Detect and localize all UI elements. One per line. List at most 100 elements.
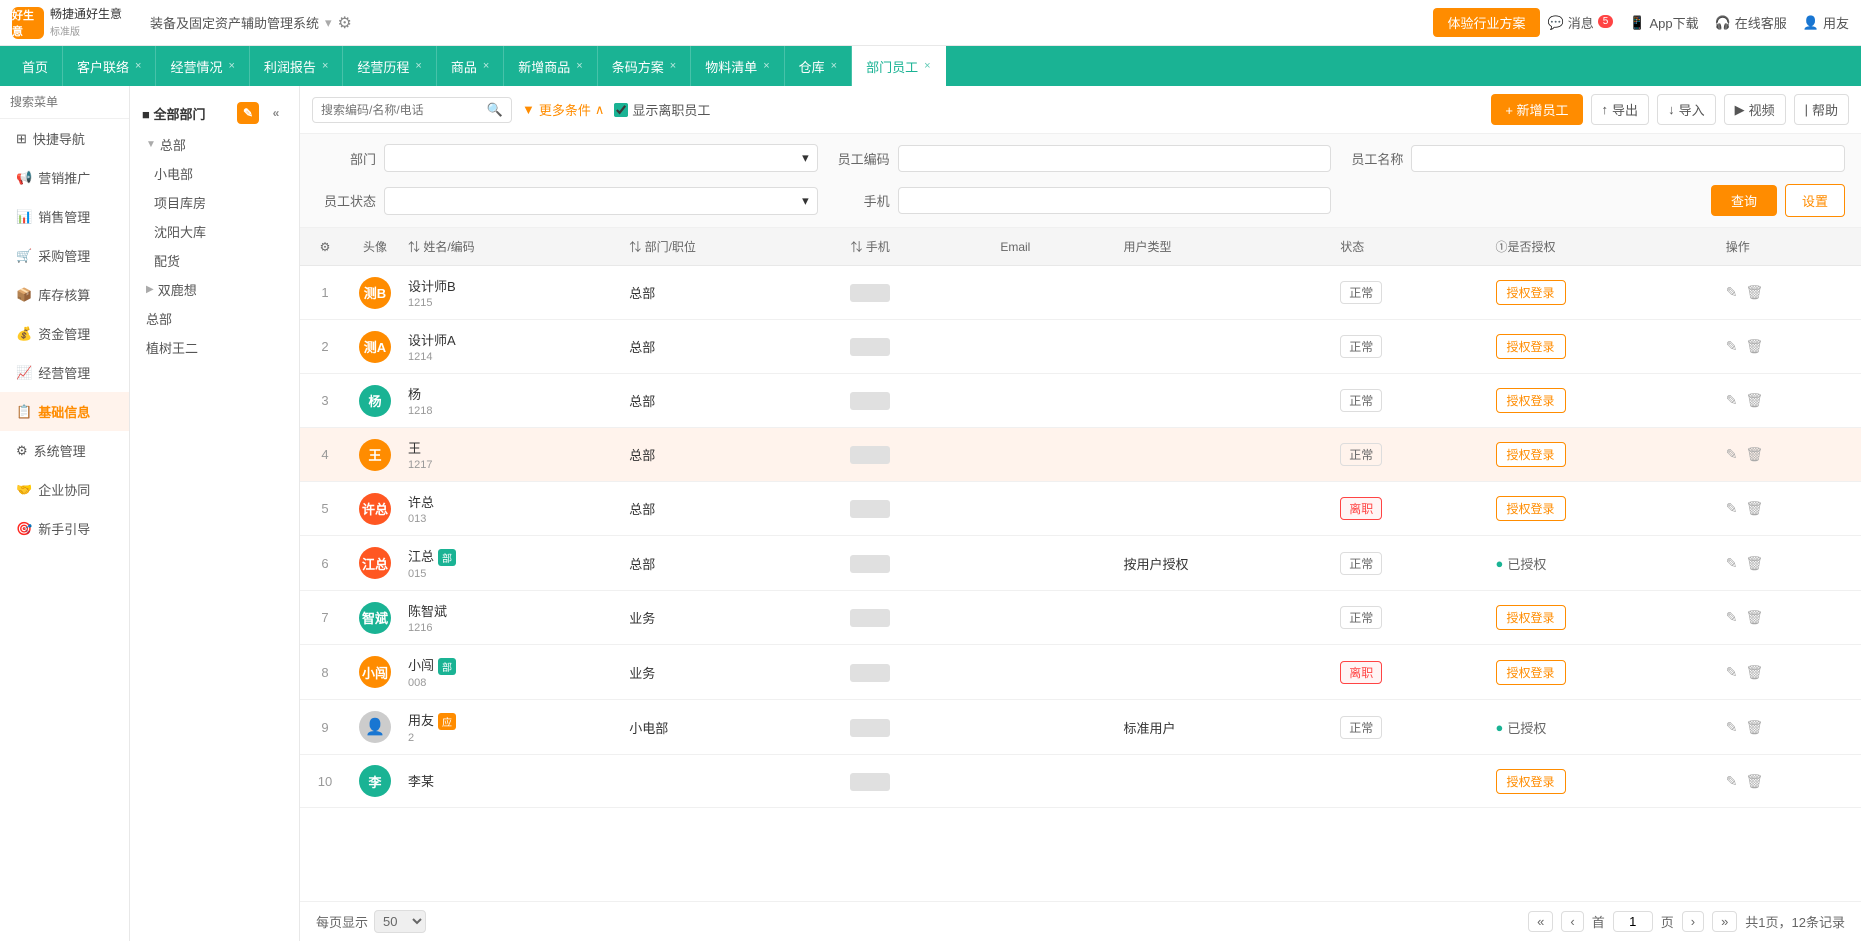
delete-icon[interactable]: 🗑 (1745, 500, 1763, 517)
auth-login-btn[interactable]: 授权登录 (1496, 280, 1566, 305)
sidebar-item-operations[interactable]: 📈 经营管理 (0, 353, 129, 392)
edit-icon[interactable]: ✎ (1726, 609, 1738, 626)
tab-employee[interactable]: 部门员工× (852, 46, 945, 86)
col-settings[interactable]: ⚙ (300, 228, 350, 266)
edit-icon[interactable]: ✎ (1726, 555, 1738, 572)
col-name[interactable]: ⇅ 姓名/编码 (400, 228, 621, 266)
dept-tree-xiaodian[interactable]: 小电部 (130, 159, 299, 188)
first-page-btn[interactable]: « (1528, 911, 1553, 932)
edit-icon[interactable]: ✎ (1726, 446, 1738, 463)
show-left-employees[interactable]: 显示离职员工 (614, 100, 710, 119)
delete-icon[interactable]: 🗑 (1745, 555, 1763, 572)
close-tab-goods[interactable]: × (483, 60, 489, 72)
sidebar-item-marketing[interactable]: 📢 营销推广 (0, 158, 129, 197)
sidebar-item-inventory[interactable]: 📦 库存核算 (0, 275, 129, 314)
sidebar-item-guide[interactable]: 🎯 新手引导 (0, 509, 129, 548)
set-btn[interactable]: 设置 (1785, 184, 1845, 217)
tab-newgoods[interactable]: 新增商品× (504, 46, 597, 86)
auth-login-btn[interactable]: 授权登录 (1496, 334, 1566, 359)
dept-collapse-icon[interactable]: « (265, 102, 287, 124)
search-input[interactable] (321, 103, 481, 117)
edit-icon[interactable]: ✎ (1726, 773, 1738, 790)
delete-icon[interactable]: 🗑 (1745, 664, 1763, 681)
show-left-checkbox[interactable] (614, 103, 628, 117)
more-conditions-btn[interactable]: ▼ 更多条件 ∧ (522, 100, 604, 119)
close-tab-employee[interactable]: × (924, 60, 930, 72)
close-tab-profit[interactable]: × (322, 60, 328, 72)
dept-tree-peihuo[interactable]: 配货 (130, 246, 299, 275)
tab-bom[interactable]: 物料清单× (691, 46, 784, 86)
dept-filter-select[interactable]: ▾ (384, 144, 818, 172)
online-service-btn[interactable]: 🎧 在线客服 (1715, 13, 1787, 32)
auth-login-btn[interactable]: 授权登录 (1496, 605, 1566, 630)
close-tab-bom[interactable]: × (763, 60, 769, 72)
export-btn[interactable]: ↑ 导出 (1591, 94, 1650, 125)
sidebar-item-quicknav[interactable]: ⊞ 快捷导航 (0, 119, 129, 158)
delete-icon[interactable]: 🗑 (1745, 284, 1763, 301)
dept-tree-shuanglu[interactable]: ▶ 双鹿想 (130, 275, 299, 304)
dept-tree-shenyang[interactable]: 沈阳大库 (130, 217, 299, 246)
dept-tree-zhishu[interactable]: 植树王二 (130, 333, 299, 362)
tab-barcode[interactable]: 条码方案× (598, 46, 691, 86)
import-btn[interactable]: ↓ 导入 (1657, 94, 1716, 125)
status-filter-select[interactable]: ▾ (384, 187, 818, 215)
col-phone[interactable]: ⇅ 手机 (842, 228, 992, 266)
sidebar-item-collab[interactable]: 🤝 企业协同 (0, 470, 129, 509)
dept-tree-general2[interactable]: 总部 (130, 304, 299, 333)
sidebar-item-finance[interactable]: 💰 资金管理 (0, 314, 129, 353)
auth-login-btn[interactable]: 授权登录 (1496, 388, 1566, 413)
sidebar-search-input[interactable] (10, 95, 130, 109)
close-tab-newgoods[interactable]: × (576, 60, 582, 72)
close-tab-history[interactable]: × (415, 60, 421, 72)
delete-icon[interactable]: 🗑 (1745, 609, 1763, 626)
edit-icon[interactable]: ✎ (1726, 664, 1738, 681)
edit-icon[interactable]: ✎ (1726, 284, 1738, 301)
tab-history[interactable]: 经营历程× (343, 46, 436, 86)
delete-icon[interactable]: 🗑 (1745, 719, 1763, 736)
trial-btn[interactable]: 体验行业方案 (1433, 8, 1539, 37)
tab-home[interactable]: 首页 (8, 46, 63, 86)
name-filter-input[interactable] (1411, 145, 1845, 172)
delete-icon[interactable]: 🗑 (1745, 338, 1763, 355)
help-btn[interactable]: | 帮助 (1794, 94, 1849, 125)
close-tab-customer[interactable]: × (135, 60, 141, 72)
edit-icon[interactable]: ✎ (1726, 500, 1738, 517)
last-page-btn[interactable]: » (1712, 911, 1737, 932)
auth-login-btn[interactable]: 授权登录 (1496, 769, 1566, 794)
page-size-select[interactable]: 50 20 100 (374, 910, 426, 933)
tab-profit[interactable]: 利润报告× (250, 46, 343, 86)
user-avatar[interactable]: 👤 用友 (1803, 13, 1849, 32)
sidebar-item-system[interactable]: ⚙ 系统管理 (0, 431, 129, 470)
tab-warehouse[interactable]: 仓库× (785, 46, 852, 86)
view-btn[interactable]: ▶ 视频 (1724, 94, 1786, 125)
dept-tree-general[interactable]: ▼ 总部 (130, 130, 299, 159)
sidebar-item-sales[interactable]: 📊 销售管理 (0, 197, 129, 236)
close-tab-management[interactable]: × (228, 60, 234, 72)
add-employee-btn[interactable]: + 新增员工 (1491, 94, 1582, 125)
page-number-input[interactable] (1613, 911, 1653, 932)
close-tab-barcode[interactable]: × (670, 60, 676, 72)
edit-icon[interactable]: ✎ (1726, 338, 1738, 355)
tab-customer[interactable]: 客户联络× (63, 46, 156, 86)
query-btn[interactable]: 查询 (1711, 185, 1777, 216)
tab-management[interactable]: 经营情况× (156, 46, 249, 86)
gear-icon[interactable]: ⚙ (338, 13, 352, 33)
delete-icon[interactable]: 🗑 (1745, 773, 1763, 790)
col-dept[interactable]: ⇅ 部门/职位 (621, 228, 842, 266)
app-download-btn[interactable]: 📱 App下载 (1629, 13, 1698, 32)
sidebar-item-purchase[interactable]: 🛒 采购管理 (0, 236, 129, 275)
tab-goods[interactable]: 商品× (437, 46, 504, 86)
dept-tree-project[interactable]: 项目库房 (130, 188, 299, 217)
auth-login-btn[interactable]: 授权登录 (1496, 660, 1566, 685)
edit-icon[interactable]: ✎ (1726, 719, 1738, 736)
edit-icon[interactable]: ✎ (1726, 392, 1738, 409)
delete-icon[interactable]: 🗑 (1745, 446, 1763, 463)
sidebar-item-basic[interactable]: 📋 基础信息 (0, 392, 129, 431)
auth-login-btn[interactable]: 授权登录 (1496, 442, 1566, 467)
phone-filter-input[interactable] (898, 187, 1332, 214)
dept-edit-icon[interactable]: ✎ (237, 102, 259, 124)
close-tab-warehouse[interactable]: × (831, 60, 837, 72)
prev-page-btn[interactable]: ‹ (1561, 911, 1583, 932)
code-filter-input[interactable] (898, 145, 1332, 172)
dropdown-arrow-icon[interactable]: ▾ (325, 15, 332, 31)
